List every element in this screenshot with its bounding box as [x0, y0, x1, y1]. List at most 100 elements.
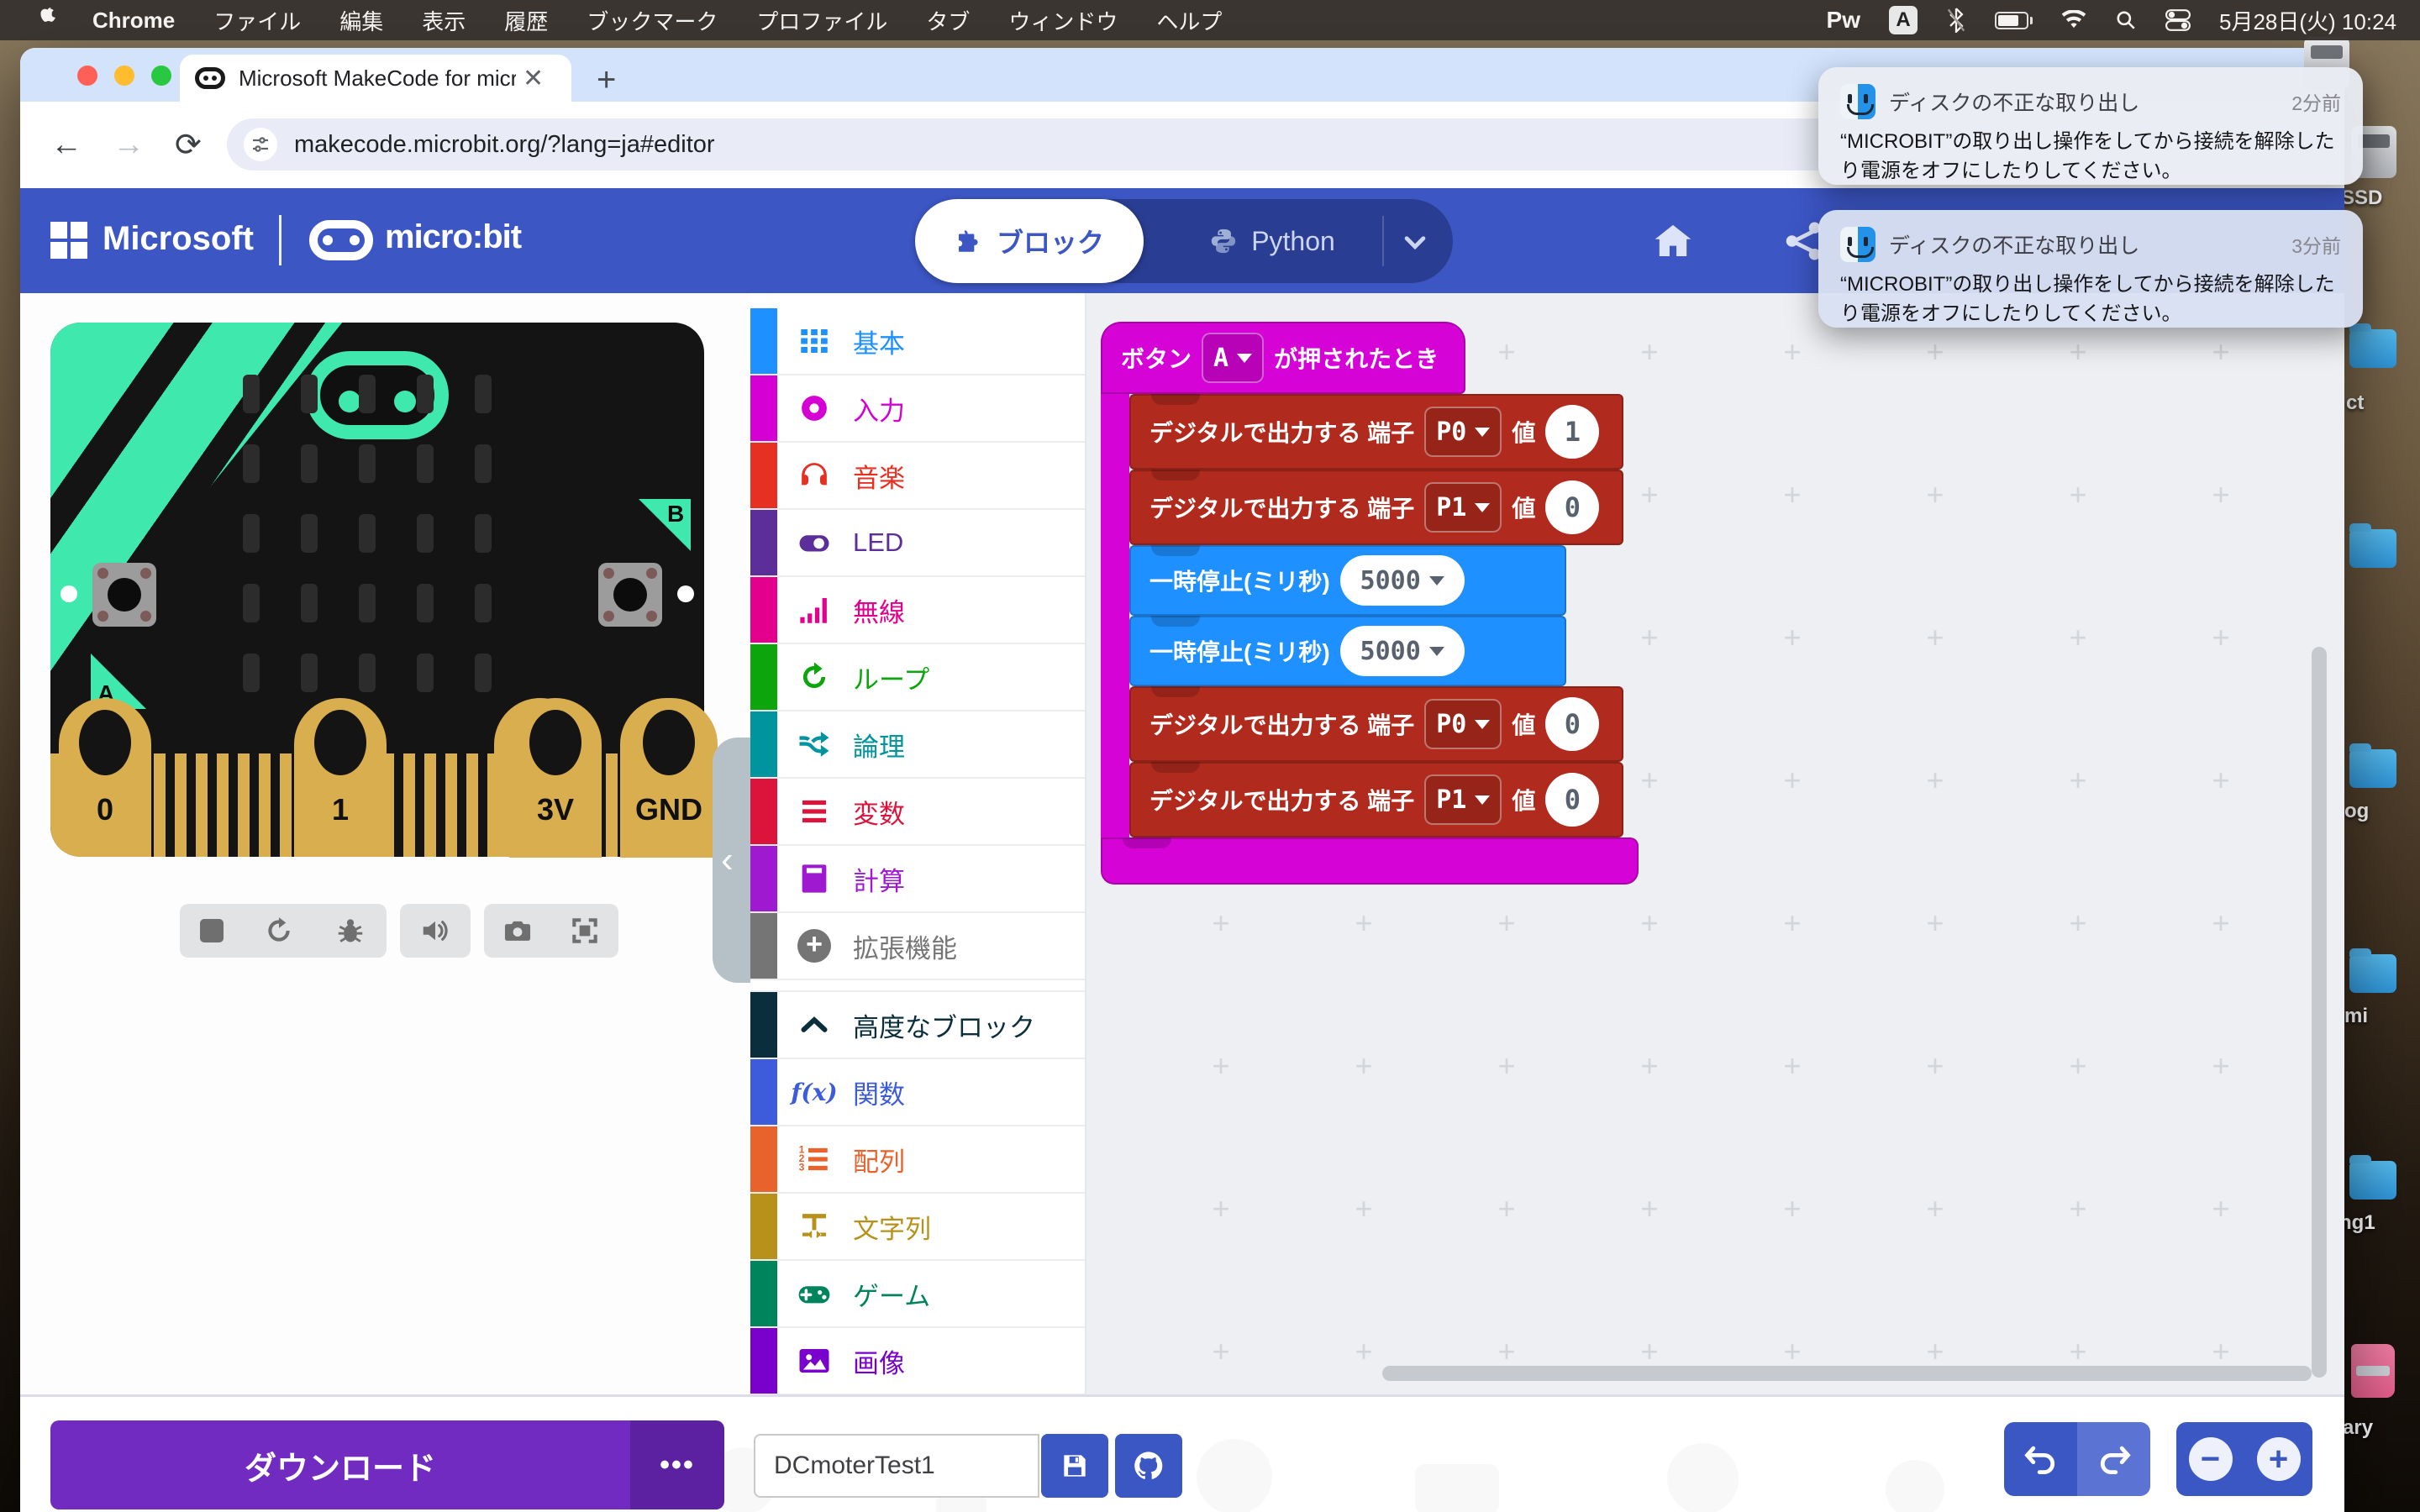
desktop-label[interactable]: mi — [2344, 1005, 2368, 1028]
toolbox-item-basic[interactable]: 基本 — [750, 308, 1085, 375]
zoom-window-button[interactable] — [151, 66, 171, 86]
close-window-button[interactable] — [77, 66, 97, 86]
download-button[interactable]: ダウンロード — [50, 1420, 630, 1509]
zoom-out-button[interactable]: − — [2188, 1437, 2233, 1481]
desktop-label[interactable]: SSD — [2341, 186, 2382, 210]
event-block-spine[interactable] — [1101, 394, 1129, 837]
event-block-button-pressed[interactable]: ボタン A が押されたとき — [1101, 322, 1465, 394]
notification-disk-eject-1[interactable]: ディスクの不正な取り出し 2分前 “MICROBIT”の取り出し操作をしてから接… — [1818, 67, 2363, 185]
menu-item-history[interactable]: 履歴 — [504, 5, 548, 36]
desktop-label[interactable]: ct — [2346, 391, 2364, 415]
desktop-folder-icon[interactable] — [2349, 743, 2396, 788]
desktop-folder-icon[interactable] — [2349, 1155, 2396, 1200]
event-block-foot[interactable] — [1101, 837, 1639, 885]
desktop-folder-icon[interactable] — [2349, 523, 2396, 568]
pin-3v[interactable]: 3V — [509, 698, 602, 858]
toolbox-item-images[interactable]: 画像 — [750, 1328, 1085, 1394]
pin-gnd[interactable]: GND — [620, 698, 718, 858]
project-name-input[interactable] — [754, 1434, 1039, 1498]
value-socket[interactable]: 1 — [1545, 405, 1600, 459]
menu-item-window[interactable]: ウィンドウ — [1008, 5, 1118, 36]
pause-value-dropdown[interactable]: 5000 — [1339, 555, 1465, 606]
button-b[interactable] — [598, 563, 662, 627]
toolbox-item-functions[interactable]: f(x) 関数 — [750, 1059, 1085, 1126]
screenshot-icon[interactable] — [502, 915, 534, 947]
toolbox-item-variables[interactable]: 変数 — [750, 779, 1085, 846]
toolbox-item-text[interactable]: 文字列 — [750, 1194, 1085, 1261]
tab-close-icon[interactable]: ✕ — [523, 64, 544, 93]
desktop-folder-icon[interactable] — [2349, 323, 2396, 368]
control-center-icon[interactable] — [2165, 9, 2191, 31]
toolbox-item-music[interactable]: 音楽 — [750, 443, 1085, 510]
battery-icon[interactable] — [1995, 11, 2033, 29]
forward-icon[interactable]: → — [113, 127, 145, 163]
horizontal-scrollbar[interactable] — [1382, 1366, 2312, 1381]
home-icon[interactable] — [1650, 218, 1696, 264]
site-settings-icon[interactable] — [244, 128, 277, 161]
desktop-book-icon[interactable] — [2351, 1344, 2395, 1398]
apple-logo-icon[interactable] — [37, 8, 59, 33]
toolbox-item-extensions[interactable]: 拡張機能 — [750, 913, 1085, 980]
block-digital-write[interactable]: デジタルで出力する 端子 P1 値 0 — [1129, 762, 1623, 837]
github-button[interactable] — [1115, 1434, 1182, 1498]
input-source-icon[interactable]: A — [1889, 6, 1918, 34]
desktop-label[interactable]: ary — [2343, 1416, 2373, 1440]
block-digital-write[interactable]: デジタルで出力する 端子 P0 値 0 — [1129, 686, 1623, 762]
pin-dropdown[interactable]: P1 — [1424, 774, 1502, 825]
url-text[interactable]: makecode.microbit.org/?lang=ja#editor — [294, 131, 715, 159]
menu-item-bookmarks[interactable]: ブックマーク — [587, 5, 718, 36]
undo-button[interactable] — [2004, 1422, 2077, 1496]
pause-value-dropdown[interactable]: 5000 — [1339, 626, 1465, 676]
toolbox-item-game[interactable]: ゲーム — [750, 1261, 1085, 1328]
button-a[interactable] — [92, 563, 156, 627]
save-button[interactable] — [1041, 1434, 1108, 1498]
restart-icon[interactable] — [263, 915, 295, 947]
menu-item-chrome[interactable]: Chrome — [92, 8, 175, 34]
reload-icon[interactable]: ⟳ — [175, 126, 202, 164]
desktop-label[interactable]: ng1 — [2339, 1211, 2375, 1235]
menu-item-tab[interactable]: タブ — [926, 5, 970, 36]
pin-dropdown[interactable]: P1 — [1424, 482, 1502, 533]
pin-dropdown[interactable]: P0 — [1424, 699, 1502, 749]
toolbox-item-radio[interactable]: 無線 — [750, 577, 1085, 644]
toolbox-item-input[interactable]: 入力 — [750, 375, 1085, 443]
menu-item-help[interactable]: ヘルプ — [1156, 5, 1222, 36]
new-tab-button[interactable]: + — [597, 61, 616, 99]
block-pause[interactable]: 一時停止(ミリ秒) 5000 — [1129, 616, 1566, 686]
desktop-folder-icon[interactable] — [2349, 948, 2396, 993]
chevron-down-icon[interactable] — [1401, 228, 1429, 256]
pin-dropdown[interactable]: P0 — [1424, 407, 1502, 457]
tab-python[interactable]: Python — [1167, 199, 1377, 283]
menu-item-profiles[interactable]: プロファイル — [756, 5, 887, 36]
toolbox-item-arrays[interactable]: 123 配列 — [750, 1126, 1085, 1194]
toolbox-item-logic[interactable]: 論理 — [750, 711, 1085, 779]
minimize-window-button[interactable] — [114, 66, 134, 86]
value-socket[interactable]: 0 — [1545, 773, 1600, 827]
button-dropdown[interactable]: A — [1202, 333, 1265, 383]
stop-icon[interactable] — [199, 919, 224, 942]
microbit-simulator-board[interactable]: A B 0 1 2 — [50, 323, 704, 857]
pin-1[interactable]: 1 — [294, 698, 387, 857]
bluetooth-off-icon[interactable] — [1946, 8, 1966, 33]
menu-item-file[interactable]: ファイル — [213, 5, 301, 36]
debug-icon[interactable] — [334, 915, 366, 947]
led-matrix[interactable] — [243, 375, 492, 692]
menu-item-edit[interactable]: 編集 — [339, 5, 383, 36]
back-icon[interactable]: ← — [50, 127, 82, 163]
toolbox-item-loops[interactable]: ループ — [750, 644, 1085, 711]
value-socket[interactable]: 0 — [1545, 480, 1600, 534]
menu-clock[interactable]: 5月28日(火) 10:24 — [2219, 5, 2396, 36]
wifi-icon[interactable] — [2061, 10, 2086, 30]
toolbox-item-advanced[interactable]: 高度なブロック — [750, 992, 1085, 1059]
toolbox-item-math[interactable]: 計算 — [750, 846, 1085, 913]
zoom-in-button[interactable]: + — [2256, 1437, 2301, 1481]
fullscreen-icon[interactable] — [569, 915, 601, 947]
volume-icon[interactable] — [419, 915, 451, 947]
notification-disk-eject-2[interactable]: ディスクの不正な取り出し 3分前 “MICROBIT”の取り出し操作をしてから接… — [1818, 210, 2363, 328]
browser-tab[interactable]: Microsoft MakeCode for micr ✕ — [180, 55, 571, 102]
block-digital-write[interactable]: デジタルで出力する 端子 P0 値 1 — [1129, 394, 1623, 470]
block-workspace[interactable]: + + + + + + + + + + + + + + + + + + + + + + + + + + + + + + + + + + + + + + + +… — [1086, 293, 2344, 1394]
download-more-button[interactable]: ••• — [630, 1420, 724, 1509]
value-socket[interactable]: 0 — [1545, 697, 1600, 751]
tab-blocks[interactable]: ブロック — [915, 199, 1144, 283]
